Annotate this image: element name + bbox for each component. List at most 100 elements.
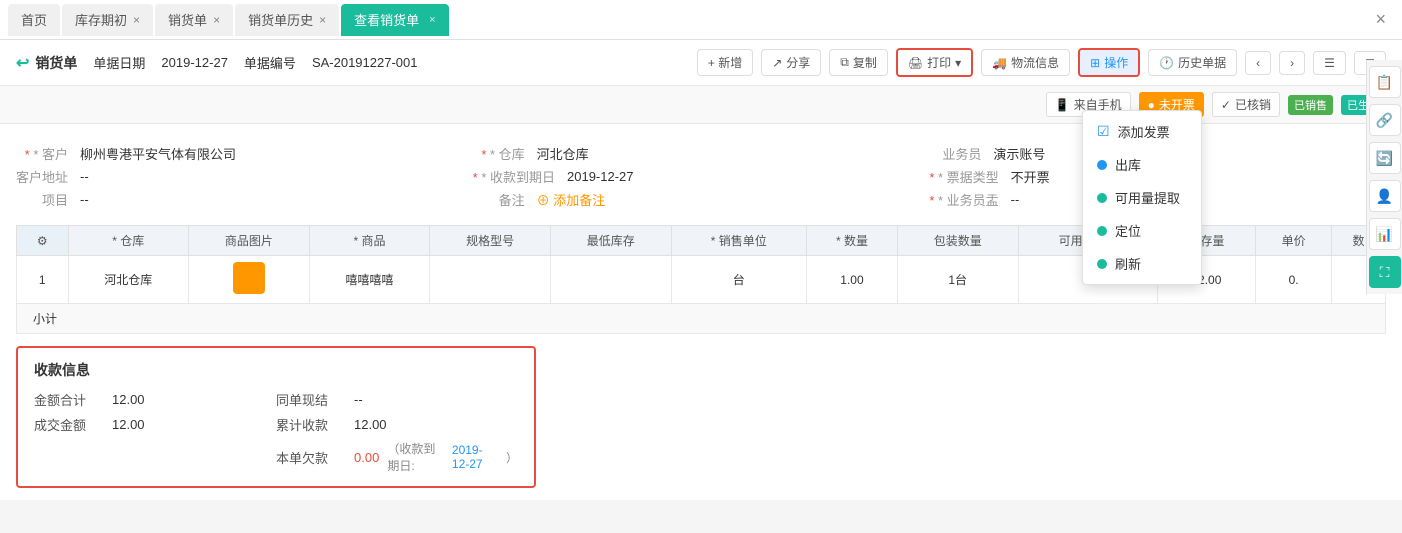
chart-icon: 📊 bbox=[1376, 226, 1393, 243]
doc-sidebar-icon: 📋 bbox=[1376, 74, 1393, 91]
note-label: 备注 bbox=[473, 190, 533, 209]
warehouse-field: * 仓库 河北仓库 bbox=[473, 144, 930, 163]
tab-sales-history[interactable]: 销货单历史 × bbox=[235, 4, 339, 36]
check-circle-icon: ✓ bbox=[1221, 98, 1231, 112]
tab-view-sales-close[interactable]: × bbox=[429, 14, 435, 26]
add-note-button[interactable]: 添加备注 bbox=[537, 190, 606, 209]
sidebar-refresh-button[interactable]: 🔄 bbox=[1369, 142, 1401, 174]
dropdown-available-qty[interactable]: 可用量提取 bbox=[1083, 181, 1201, 214]
tab-home-label: 首页 bbox=[21, 10, 47, 29]
table-header-pack-qty: 包装数量 bbox=[897, 226, 1018, 256]
total-amount-item: 金额合计 12.00 bbox=[34, 390, 276, 409]
sold-badge: 已销售 bbox=[1288, 95, 1333, 115]
same-order-settle-item: 同单现结 -- bbox=[276, 390, 518, 409]
dropdown-outbound[interactable]: 出库 bbox=[1083, 148, 1201, 181]
tab-inventory[interactable]: 库存期初 × bbox=[62, 4, 153, 36]
doc-header: ↩ 销货单 单据日期 2019-12-27 单据编号 SA-20191227-0… bbox=[0, 40, 1402, 86]
history-button[interactable]: 🕐 历史单据 bbox=[1148, 49, 1237, 76]
global-close-button[interactable]: × bbox=[1367, 9, 1394, 30]
right-sidebar: 📋 🔗 🔄 👤 📊 ⛶ bbox=[1366, 60, 1402, 294]
print-button[interactable]: 🖨 打印 ▾ bbox=[896, 48, 973, 77]
doc-icon: ↩ bbox=[16, 53, 29, 73]
row-unit: 台 bbox=[671, 256, 806, 304]
deal-amount-item: 成交金额 12.00 bbox=[34, 415, 276, 434]
verify-button[interactable]: ✓ 已核销 bbox=[1212, 92, 1280, 117]
payment-date-field: * 收款到期日 2019-12-27 bbox=[473, 167, 930, 186]
print-dropdown-arrow: ▾ bbox=[955, 56, 961, 70]
warehouse-label: * 仓库 bbox=[473, 144, 533, 163]
dot-icon-locate bbox=[1097, 226, 1107, 236]
logistics-button[interactable]: 🚚 物流信息 bbox=[981, 49, 1070, 76]
sidebar-chart-button[interactable]: 📊 bbox=[1369, 218, 1401, 250]
sidebar-doc-button[interactable]: 📋 bbox=[1369, 66, 1401, 98]
copy-icon: ⧉ bbox=[840, 55, 849, 70]
truck-icon: 🚚 bbox=[992, 56, 1007, 70]
new-button[interactable]: + 新增 bbox=[697, 49, 753, 76]
note-field: 备注 添加备注 bbox=[473, 190, 930, 209]
dropdown-locate[interactable]: 定位 bbox=[1083, 214, 1201, 247]
owed-date-paren: ） bbox=[506, 449, 518, 466]
owed-date-value: 2019-12-27 bbox=[452, 443, 498, 471]
sidebar-link-button[interactable]: 🔗 bbox=[1369, 104, 1401, 136]
dropdown-add-invoice[interactable]: ☑ 添加发票 bbox=[1083, 115, 1201, 148]
table-header-spec: 规格型号 bbox=[430, 226, 551, 256]
refresh-sidebar-icon: 🔄 bbox=[1376, 150, 1393, 167]
sidebar-user-button[interactable]: 👤 bbox=[1369, 180, 1401, 212]
total-received-value: 12.00 bbox=[354, 417, 387, 432]
address-field: 客户地址 -- bbox=[16, 167, 473, 186]
empty-item bbox=[34, 440, 276, 474]
tab-inventory-label: 库存期初 bbox=[75, 10, 127, 29]
project-field: 项目 -- bbox=[16, 190, 473, 209]
share-button[interactable]: ↗ 分享 bbox=[761, 49, 821, 76]
warehouse-value: 河北仓库 bbox=[537, 144, 589, 163]
doc-type-label: 销货单 bbox=[35, 53, 77, 73]
ticket-type-label: * 票据类型 bbox=[929, 167, 1006, 186]
tab-bar: 首页 库存期初 × 销货单 × 销货单历史 × 查看销货单 × × bbox=[0, 0, 1402, 40]
payment-date-label: * 收款到期日 bbox=[473, 167, 563, 186]
dot-icon-available bbox=[1097, 193, 1107, 203]
deal-amount-label: 成交金额 bbox=[34, 415, 104, 434]
date-label: 单据日期 bbox=[93, 53, 145, 72]
table-header-product: * 商品 bbox=[309, 226, 430, 256]
doc-title: ↩ 销货单 bbox=[16, 53, 77, 73]
table-header-image: 商品图片 bbox=[189, 226, 310, 256]
tab-home[interactable]: 首页 bbox=[8, 4, 60, 36]
check-icon: ☑ bbox=[1097, 123, 1110, 140]
payment-date-value: 2019-12-27 bbox=[567, 169, 634, 184]
row-spec bbox=[430, 256, 551, 304]
owed-date-hint: （收款到期日: bbox=[387, 440, 444, 474]
print-icon: 🖨 bbox=[908, 56, 923, 70]
customer-value: 柳州粤港平安气体有限公司 bbox=[80, 144, 236, 163]
tab-sales-close[interactable]: × bbox=[213, 13, 220, 27]
tab-view-sales[interactable]: 查看销货单 × bbox=[341, 4, 448, 36]
payment-title: 收款信息 bbox=[34, 360, 518, 380]
staff-label: 业务员 bbox=[929, 144, 989, 163]
view-list-button[interactable]: ☰ bbox=[1313, 51, 1346, 75]
sidebar-expand-button[interactable]: ⛶ bbox=[1369, 256, 1401, 288]
tab-inventory-close[interactable]: × bbox=[133, 13, 140, 27]
dot-icon-refresh bbox=[1097, 259, 1107, 269]
operation-dropdown: ☑ 添加发票 出库 可用量提取 定位 刷新 bbox=[1082, 110, 1202, 285]
tab-sales[interactable]: 销货单 × bbox=[155, 4, 233, 36]
table-header-unit: * 销售单位 bbox=[671, 226, 806, 256]
staff2-label: * 业务员盂 bbox=[929, 190, 1006, 209]
subtotal-label: 小计 bbox=[17, 304, 1386, 334]
add-invoice-label: 添加发票 bbox=[1118, 122, 1170, 141]
row-pack-qty: 1台 bbox=[897, 256, 1018, 304]
dropdown-refresh[interactable]: 刷新 bbox=[1083, 247, 1201, 280]
project-label: 项目 bbox=[16, 190, 76, 209]
tab-sales-history-close[interactable]: × bbox=[319, 13, 326, 27]
copy-button[interactable]: ⧉ 复制 bbox=[829, 49, 888, 76]
row-qty: 1.00 bbox=[807, 256, 898, 304]
payment-grid: 金额合计 12.00 同单现结 -- 成交金额 12.00 累计收款 12.00 bbox=[34, 390, 518, 474]
row-min-stock bbox=[550, 256, 671, 304]
row-warehouse: 河北仓库 bbox=[68, 256, 189, 304]
operation-button[interactable]: ⊞ 操作 bbox=[1078, 48, 1140, 77]
user-icon: 👤 bbox=[1376, 188, 1393, 205]
total-amount-label: 金额合计 bbox=[34, 390, 104, 409]
tab-sales-history-label: 销货单历史 bbox=[248, 10, 313, 29]
nav-prev-button[interactable]: ‹ bbox=[1245, 51, 1271, 75]
row-image bbox=[189, 256, 310, 304]
nav-next-button[interactable]: › bbox=[1279, 51, 1305, 75]
customer-field: * 客户 柳州粤港平安气体有限公司 bbox=[16, 144, 473, 163]
